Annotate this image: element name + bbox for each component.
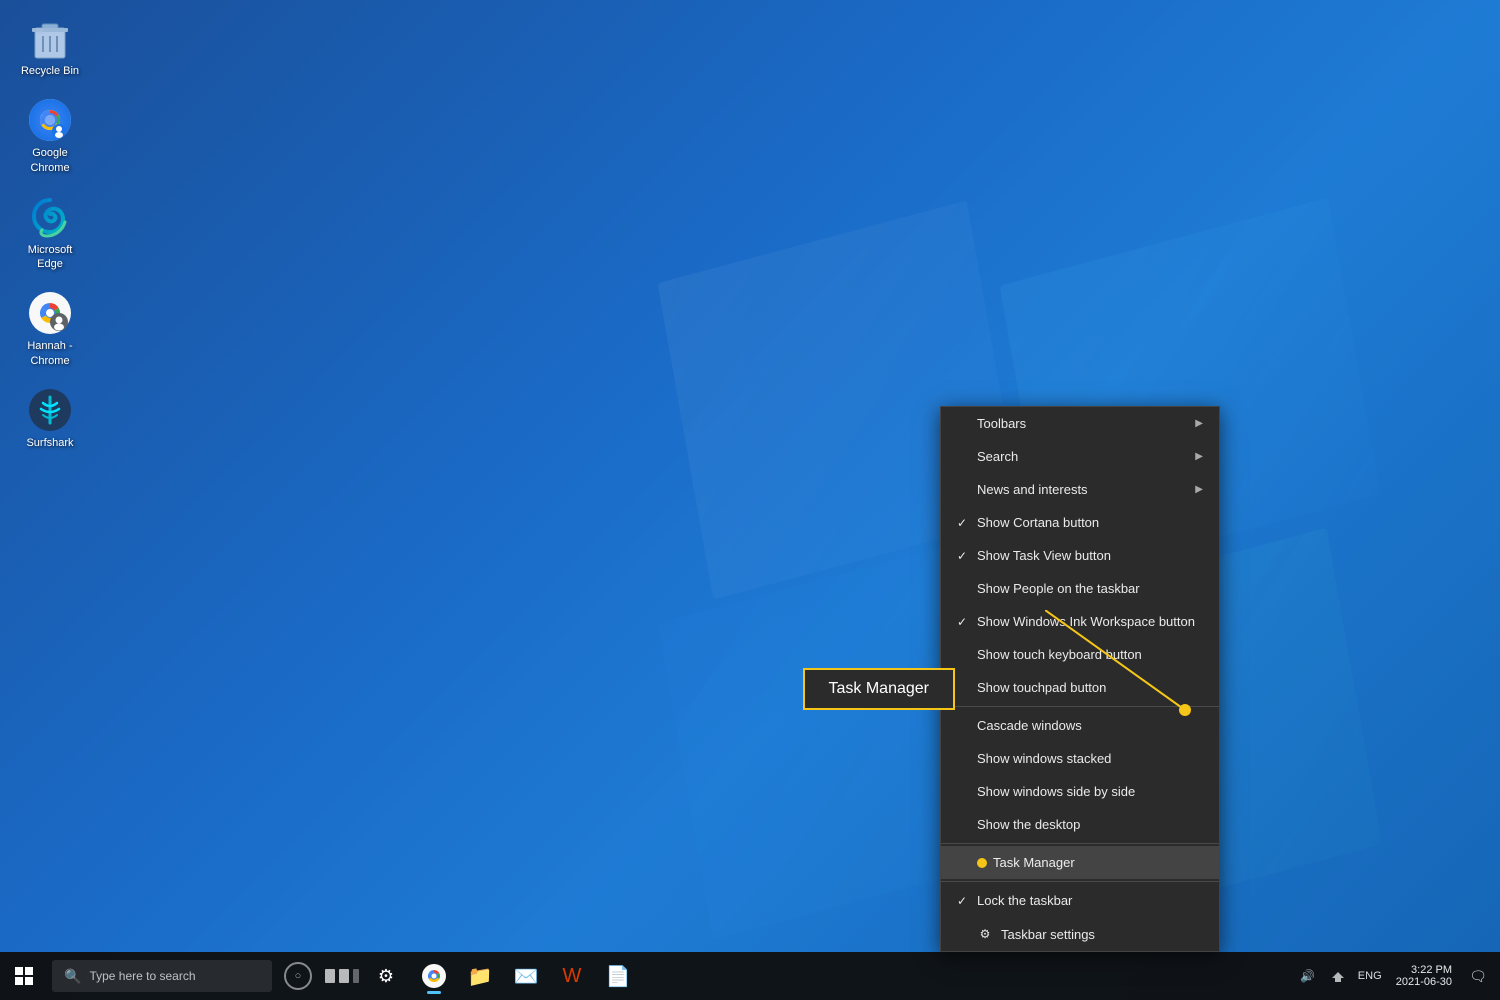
office-icon: W — [563, 965, 582, 988]
google-chrome-label: Google Chrome — [16, 146, 84, 175]
google-chrome-icon — [28, 98, 72, 142]
show-touch-keyboard-label: Show touch keyboard button — [977, 647, 1203, 662]
search-label: Search — [977, 449, 1195, 464]
recycle-bin-label: Recycle Bin — [21, 64, 79, 78]
taskbar-explorer-app[interactable]: 📁 — [458, 954, 502, 998]
task-manager-tooltip-text: Task Manager — [829, 680, 930, 697]
menu-item-show-task-view[interactable]: ✓ Show Task View button — [941, 539, 1219, 572]
taskbar-right-section: 🔊 ENG 3:22 PM 2021-06-30 🗨 — [1294, 954, 1500, 998]
menu-item-task-manager[interactable]: Task Manager — [941, 846, 1219, 879]
chrome-running-indicator — [427, 991, 441, 994]
desktop: Recycle Bin — [0, 0, 1500, 1000]
notification-icon: 🗨 — [1469, 968, 1487, 985]
desktop-icon-microsoft-edge[interactable]: Microsoft Edge — [10, 189, 90, 278]
hannah-chrome-icon — [28, 291, 72, 335]
clock-date: 2021-06-30 — [1396, 976, 1452, 988]
language-indicator[interactable]: ENG — [1356, 954, 1384, 998]
taskbar-task-view-button[interactable] — [320, 954, 364, 998]
settings-icon: ⚙ — [378, 966, 394, 987]
show-cortana-label: Show Cortana button — [977, 515, 1203, 530]
desktop-icons: Recycle Bin — [10, 10, 90, 456]
chrome-taskbar-icon — [422, 964, 446, 988]
menu-item-show-people[interactable]: Show People on the taskbar — [941, 572, 1219, 605]
language-text: ENG — [1358, 970, 1382, 982]
lock-taskbar-label: Lock the taskbar — [977, 893, 1203, 908]
check-ink: ✓ — [957, 615, 977, 629]
taskbar-search-bar[interactable]: 🔍 Type here to search — [52, 960, 272, 992]
taskbar-mail-app[interactable]: ✉️ — [504, 954, 548, 998]
task-manager-dot — [977, 858, 987, 868]
gear-icon: ⚙ — [977, 926, 993, 942]
mail-icon: ✉️ — [514, 964, 539, 989]
network-icon[interactable] — [1324, 954, 1352, 998]
menu-item-cascade[interactable]: Cascade windows — [941, 709, 1219, 742]
desktop-icon-surfshark[interactable]: Surfshark — [10, 382, 90, 456]
windows-logo-icon — [15, 967, 33, 985]
menu-item-show-cortana[interactable]: ✓ Show Cortana button — [941, 506, 1219, 539]
task-manager-tooltip: Task Manager — [803, 668, 956, 710]
task-view-icon — [325, 969, 359, 983]
taskbar-chrome-app[interactable] — [412, 954, 456, 998]
check-cortana: ✓ — [957, 516, 977, 530]
recycle-bin-icon — [28, 16, 72, 60]
taskbar: 🔍 Type here to search ○ ⚙ — [0, 952, 1500, 1000]
explorer-icon: 📁 — [468, 964, 493, 989]
menu-item-search[interactable]: Search ▶ — [941, 440, 1219, 473]
menu-item-show-stacked[interactable]: Show windows stacked — [941, 742, 1219, 775]
show-stacked-label: Show windows stacked — [977, 751, 1203, 766]
divider-2 — [941, 843, 1219, 844]
show-touchpad-label: Show touchpad button — [977, 680, 1203, 695]
menu-item-show-touchpad[interactable]: Show touchpad button — [941, 671, 1219, 704]
surfshark-label: Surfshark — [26, 436, 73, 450]
system-tray: 🔊 — [1294, 954, 1352, 998]
taskbar-office-app[interactable]: W — [550, 954, 594, 998]
taskbar-settings-label: Taskbar settings — [1001, 927, 1203, 942]
hannah-chrome-label: Hannah - Chrome — [16, 339, 84, 368]
show-ink-label: Show Windows Ink Workspace button — [977, 614, 1203, 629]
surfshark-icon — [28, 388, 72, 432]
desktop-icon-hannah-chrome[interactable]: Hannah - Chrome — [10, 285, 90, 374]
taskbar-search-placeholder: Type here to search — [89, 969, 195, 983]
cortana-icon: ○ — [284, 962, 312, 990]
menu-item-lock-taskbar[interactable]: ✓ Lock the taskbar — [941, 884, 1219, 917]
clock-time: 3:22 PM — [1411, 964, 1452, 976]
taskbar-notes-app[interactable]: 📄 — [596, 954, 640, 998]
microsoft-edge-icon — [28, 195, 72, 239]
show-side-by-side-label: Show windows side by side — [977, 784, 1203, 799]
menu-item-taskbar-settings[interactable]: ⚙ Taskbar settings — [941, 917, 1219, 951]
desktop-icon-recycle-bin[interactable]: Recycle Bin — [10, 10, 90, 84]
submenu-arrow-search: ▶ — [1195, 451, 1203, 462]
divider-1 — [941, 706, 1219, 707]
divider-3 — [941, 881, 1219, 882]
cascade-label: Cascade windows — [977, 718, 1203, 733]
toolbars-label: Toolbars — [977, 416, 1195, 431]
taskbar-settings-button[interactable]: ⚙ — [364, 954, 408, 998]
check-lock-taskbar: ✓ — [957, 894, 977, 908]
start-button[interactable] — [0, 952, 48, 1000]
show-desktop-label: Show the desktop — [977, 817, 1203, 832]
menu-item-news[interactable]: News and interests ▶ — [941, 473, 1219, 506]
taskbar-cortana-button[interactable]: ○ — [276, 954, 320, 998]
show-task-view-label: Show Task View button — [977, 548, 1203, 563]
volume-icon[interactable]: 🔊 — [1294, 954, 1322, 998]
taskbar-search-icon: 🔍 — [64, 968, 81, 985]
menu-item-toolbars[interactable]: Toolbars ▶ — [941, 407, 1219, 440]
microsoft-edge-label: Microsoft Edge — [16, 243, 84, 272]
taskbar-clock[interactable]: 3:22 PM 2021-06-30 — [1388, 954, 1460, 998]
taskbar-context-menu: Toolbars ▶ Search ▶ News and interests ▶… — [940, 406, 1220, 952]
submenu-arrow-toolbars: ▶ — [1195, 418, 1203, 429]
menu-item-show-ink[interactable]: ✓ Show Windows Ink Workspace button — [941, 605, 1219, 638]
desktop-icon-google-chrome[interactable]: Google Chrome — [10, 92, 90, 181]
show-people-label: Show People on the taskbar — [977, 581, 1203, 596]
menu-item-show-desktop[interactable]: Show the desktop — [941, 808, 1219, 841]
submenu-arrow-news: ▶ — [1195, 484, 1203, 495]
check-task-view: ✓ — [957, 549, 977, 563]
menu-item-show-side-by-side[interactable]: Show windows side by side — [941, 775, 1219, 808]
menu-item-show-touch-keyboard[interactable]: Show touch keyboard button — [941, 638, 1219, 671]
notification-button[interactable]: 🗨 — [1464, 954, 1492, 998]
taskbar-running-apps: 📁 ✉️ W 📄 — [412, 954, 640, 998]
news-label: News and interests — [977, 482, 1195, 497]
notes-icon: 📄 — [606, 964, 631, 989]
task-manager-menu-label: Task Manager — [993, 855, 1203, 870]
